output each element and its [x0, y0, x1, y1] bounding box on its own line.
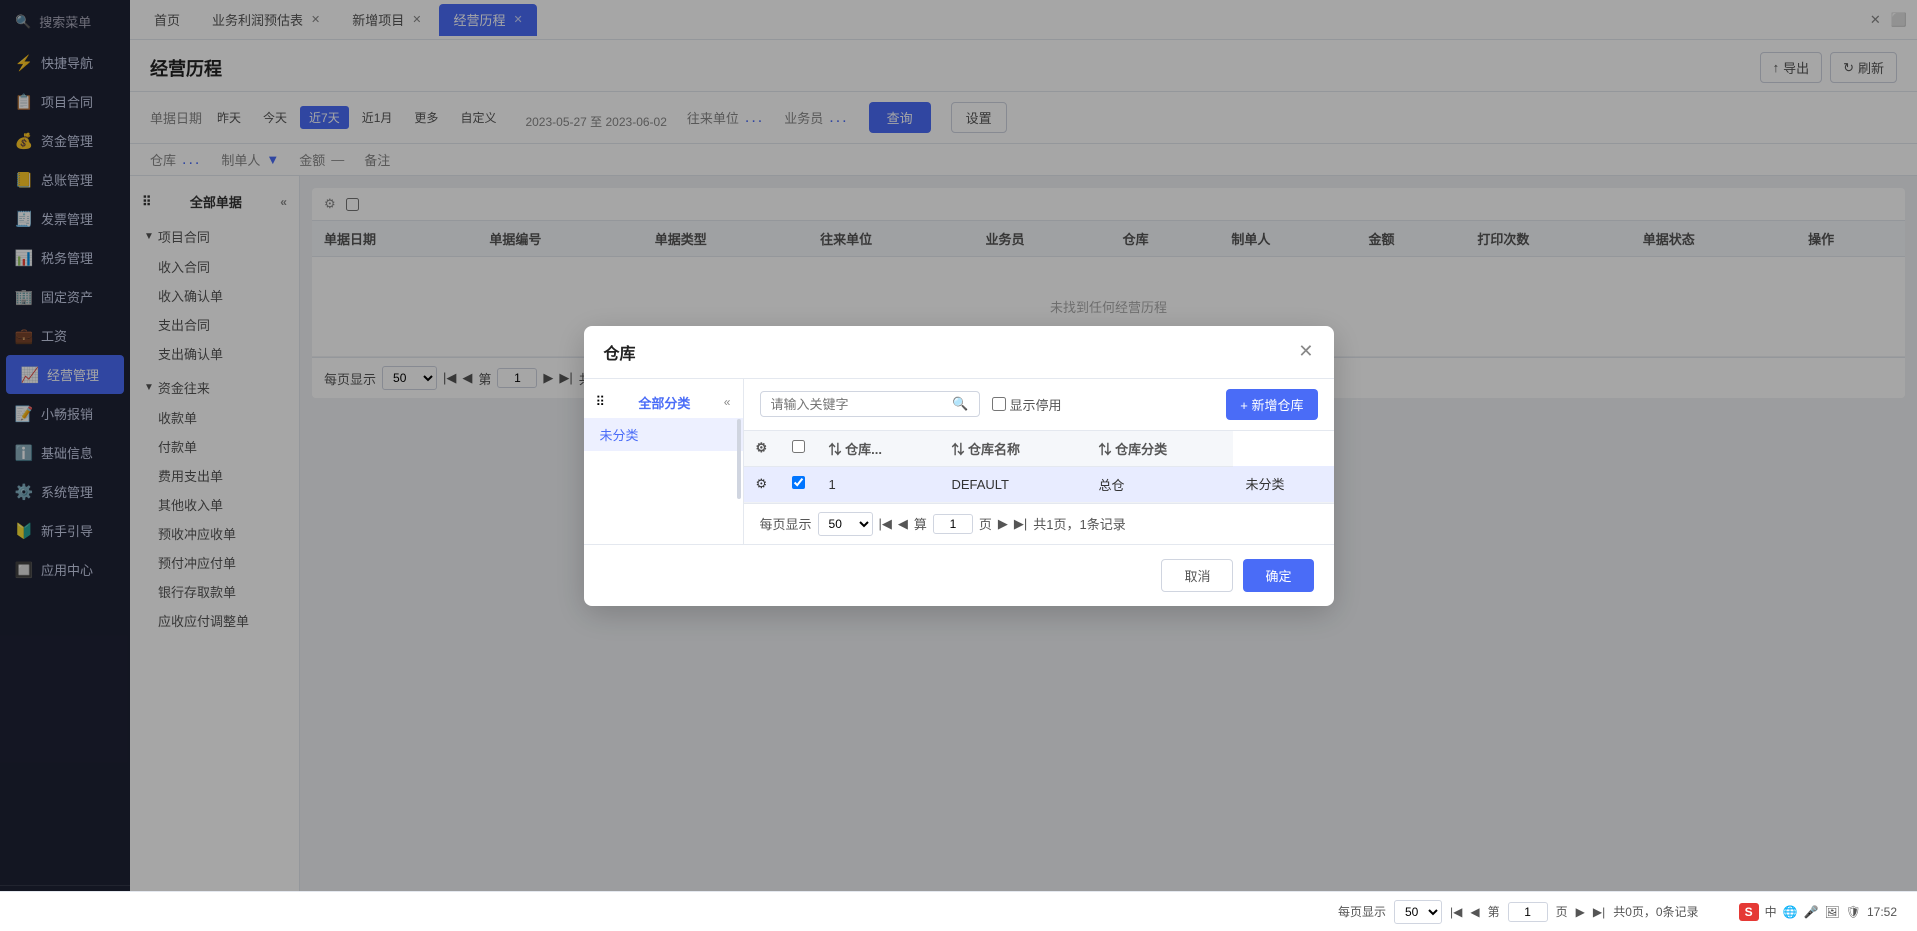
row-gear: ⚙	[744, 466, 780, 502]
modal-left-title: 全部分类	[638, 393, 690, 412]
row-category: 未分类	[1233, 466, 1333, 502]
modal-total-label: 共1页，1条记录	[1033, 514, 1125, 533]
keyword-search-input[interactable]	[771, 397, 947, 412]
row-checkbox	[780, 466, 817, 502]
modal-last-btn[interactable]: ▶|	[1014, 516, 1027, 532]
all-categories-icon: ⠿	[596, 394, 606, 410]
modal-title: 仓库	[604, 340, 636, 364]
modal-header: 仓库 ✕	[584, 326, 1334, 379]
modal-th-checkbox	[780, 431, 817, 467]
taskbar-icon5: 🛡	[1846, 905, 1861, 919]
taskbar-next[interactable]: ▶	[1576, 905, 1585, 919]
modal-left-toggle[interactable]: «	[724, 395, 731, 409]
modal-th-name: ⇅ 仓库名称	[939, 431, 1086, 467]
row-num: 1	[817, 466, 940, 502]
row-code: DEFAULT	[939, 466, 1086, 502]
modal-footer-pagination: 每页显示 50 100 |◀ ◀ 算 页 ▶ ▶| 共1页，1条记录	[760, 512, 1126, 536]
search-icon2[interactable]: 🔍	[952, 396, 968, 412]
row-name: 总仓	[1086, 466, 1233, 502]
modal-right: 🔍 显示停用 + 新增仓库 ⚙ ⇅ 仓库...	[744, 379, 1334, 544]
taskbar-system-icons: S 中 🌐 🎤 🖼 🛡 17:52	[1739, 903, 1897, 921]
taskbar-icon4: 🖼	[1825, 905, 1840, 919]
modal-left: ⠿ 全部分类 « 未分类	[584, 379, 744, 544]
modal-overlay: 仓库 ✕ ⠿ 全部分类 « 未分类 🔍	[0, 0, 1917, 931]
modal-scrollbar	[737, 419, 741, 499]
modal-footer-btns: 取消 确定	[584, 544, 1334, 606]
taskbar-pagination: 每页显示 50 |◀ ◀ 第 页 ▶ ▶| 共0页，0条记录	[20, 900, 1699, 924]
modal-close-button[interactable]: ✕	[1298, 341, 1313, 362]
modal-per-page-select[interactable]: 50 100	[818, 512, 873, 536]
taskbar-icon2: 🌐	[1783, 905, 1798, 919]
modal-select-all[interactable]	[792, 440, 805, 453]
taskbar-time: 17:52	[1867, 905, 1897, 919]
taskbar-per-page-select[interactable]: 50	[1394, 900, 1442, 924]
modal-left-header: ⠿ 全部分类 «	[584, 387, 743, 418]
row-select-checkbox[interactable]	[792, 476, 805, 489]
modal-toolbar: 🔍 显示停用 + 新增仓库	[744, 379, 1334, 431]
add-warehouse-button[interactable]: + 新增仓库	[1226, 389, 1317, 420]
modal-left-uncategorized[interactable]: 未分类	[584, 418, 743, 451]
modal-per-page-label: 每页显示	[760, 514, 812, 533]
modal-next-btn[interactable]: ▶	[998, 516, 1008, 532]
show-disabled-label: 显示停用	[1010, 395, 1062, 414]
search-box: 🔍	[760, 391, 980, 417]
modal-prev-btn[interactable]: ◀	[898, 516, 908, 532]
modal-th-gear: ⚙	[744, 431, 780, 467]
modal-body: ⠿ 全部分类 « 未分类 🔍 显示停用	[584, 379, 1334, 544]
warehouse-modal: 仓库 ✕ ⠿ 全部分类 « 未分类 🔍	[584, 326, 1334, 606]
taskbar-next-last[interactable]: ▶|	[1593, 905, 1605, 919]
taskbar-per-page-label: 每页显示	[1338, 903, 1386, 920]
modal-first-btn[interactable]: |◀	[879, 516, 892, 532]
taskbar-prev[interactable]: ◀	[1470, 905, 1479, 919]
modal-page-input[interactable]	[933, 514, 973, 534]
confirm-button[interactable]: 确定	[1243, 559, 1313, 592]
modal-table: ⚙ ⇅ 仓库... ⇅ 仓库名称 ⇅ 仓库分类 ⚙ 1	[744, 431, 1334, 503]
table-row[interactable]: ⚙ 1 DEFAULT 总仓 未分类	[744, 466, 1334, 502]
taskbar-icon3: 🎤	[1804, 905, 1819, 919]
show-disabled-option: 显示停用	[992, 395, 1062, 414]
modal-footer-bar: 每页显示 50 100 |◀ ◀ 算 页 ▶ ▶| 共1页，1条记录	[744, 503, 1334, 544]
taskbar-page-unit: 页	[1556, 903, 1568, 920]
taskbar-total: 共0页，0条记录	[1613, 903, 1698, 920]
modal-table-wrap: ⚙ ⇅ 仓库... ⇅ 仓库名称 ⇅ 仓库分类 ⚙ 1	[744, 431, 1334, 503]
modal-th-category: ⇅ 仓库分类	[1086, 431, 1233, 467]
modal-page-label: 算	[914, 514, 927, 533]
taskbar-page-label: 第	[1488, 903, 1500, 920]
taskbar-icon1: 中	[1765, 903, 1777, 920]
modal-page-unit: 页	[979, 514, 992, 533]
taskbar-page-input[interactable]	[1508, 902, 1548, 922]
taskbar-logo: S	[1739, 903, 1759, 921]
show-disabled-checkbox[interactable]	[992, 397, 1006, 411]
cancel-button[interactable]: 取消	[1161, 559, 1233, 592]
modal-th-num: ⇅ 仓库...	[817, 431, 940, 467]
taskbar-prev-first[interactable]: |◀	[1450, 905, 1462, 919]
taskbar: 每页显示 50 |◀ ◀ 第 页 ▶ ▶| 共0页，0条记录 S 中 🌐 🎤 🖼…	[0, 891, 1917, 931]
